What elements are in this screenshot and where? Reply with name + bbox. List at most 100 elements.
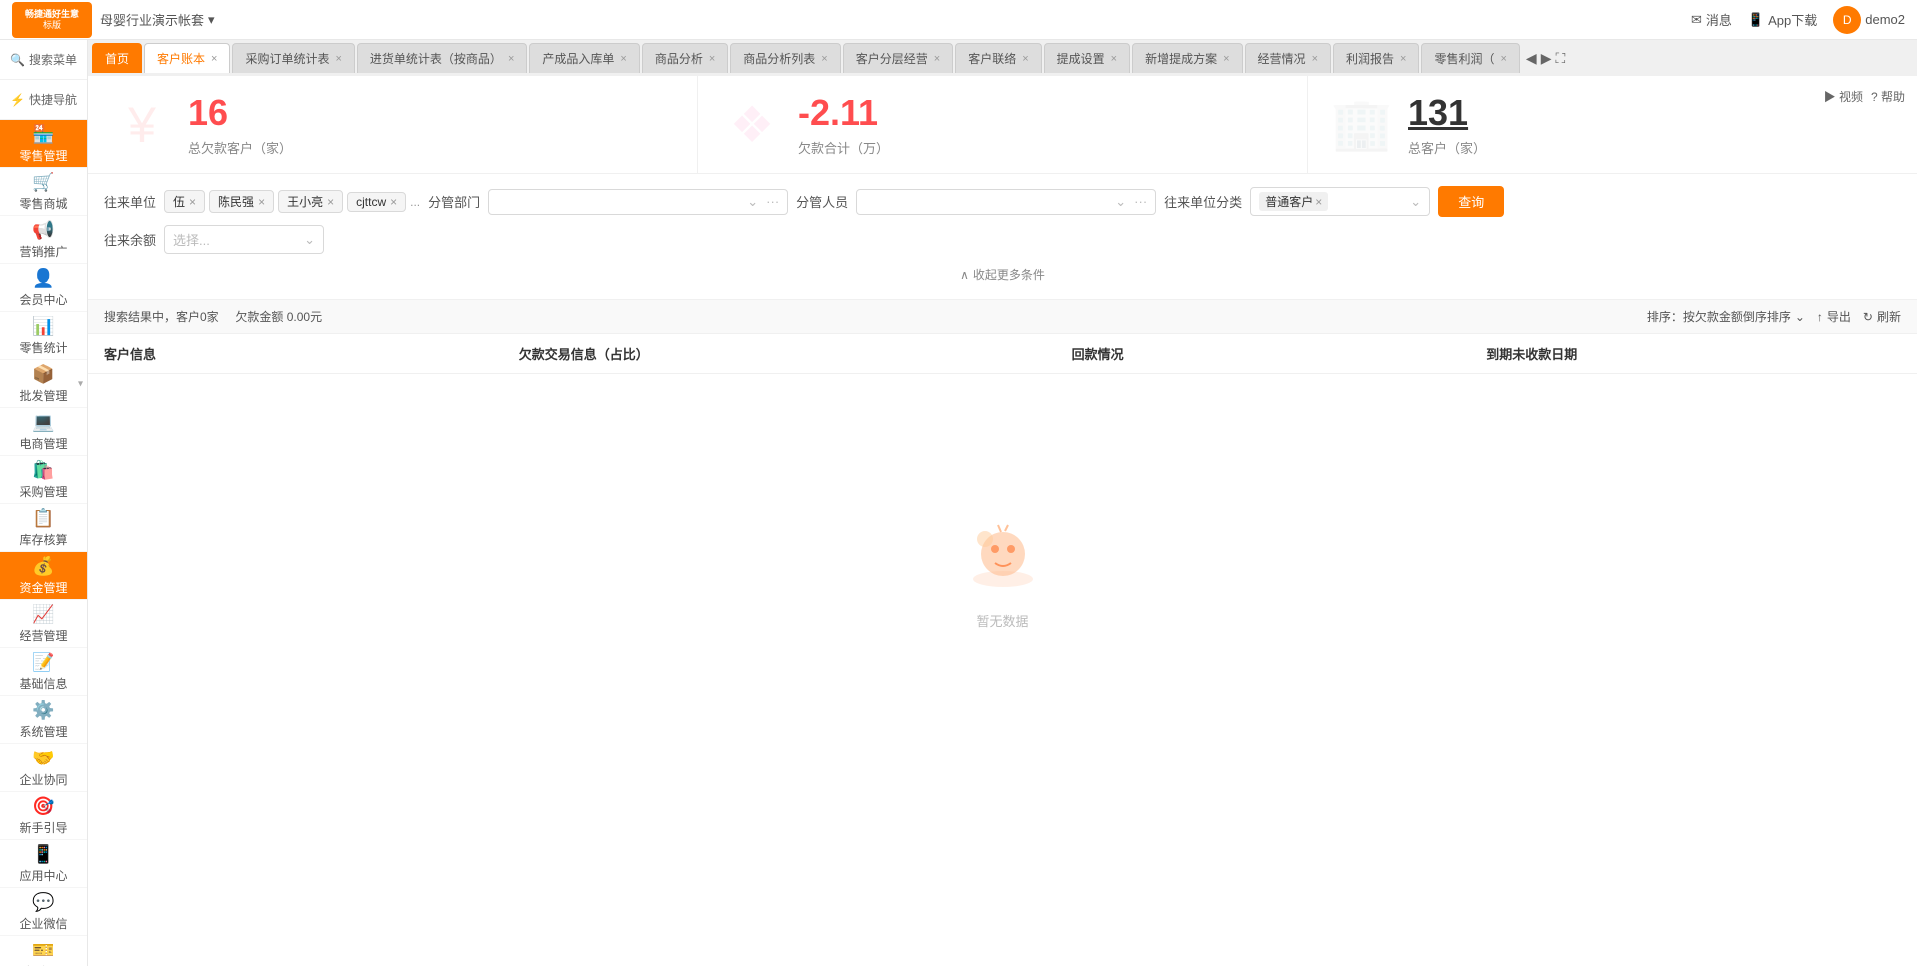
tab-new-promo[interactable]: 新增提成方案 ×	[1132, 43, 1242, 73]
tab-retail-profit[interactable]: 零售利润（ ×	[1421, 43, 1519, 73]
sidebar-item-system[interactable]: ⚙️ 系统管理	[0, 696, 87, 744]
refresh-btn[interactable]: ↻ 刷新	[1863, 308, 1901, 325]
video-icon: ▶	[1824, 90, 1836, 104]
col-due-date: 到期未收款日期	[1486, 344, 1901, 363]
help-btn[interactable]: ? 帮助	[1871, 88, 1905, 105]
remove-unit-tag-cjttcw[interactable]: ×	[390, 195, 397, 209]
person-select[interactable]: ⌄ ···	[856, 189, 1156, 215]
tab-scroll-right[interactable]: ▶	[1541, 50, 1552, 67]
filter-row-1: 往来单位 伍 × 陈民强 × 王小亮 × cjttcw × ...	[104, 186, 1901, 217]
wholesale-icon: 📦	[32, 364, 54, 385]
tab-close-inbound-stat[interactable]: ×	[508, 53, 514, 65]
message-icon: ✉	[1691, 12, 1702, 28]
collapse-button[interactable]: ∧ 收起更多条件	[956, 262, 1049, 287]
tab-product-analysis[interactable]: 商品分析 ×	[642, 43, 728, 73]
tab-close-promo-settings[interactable]: ×	[1111, 53, 1117, 65]
sidebar-item-operations[interactable]: 📈 经营管理	[0, 600, 87, 648]
result-bar: 搜索结果中，客户0家 欠款金额 0.00元 排序：按欠款金额倒序排序 ⌄ ↑ 导…	[88, 300, 1917, 334]
member-card-icon: 🎫	[32, 940, 54, 961]
sidebar-item-wholesale[interactable]: 📦 批发管理 ▾	[0, 360, 87, 408]
tab-purchase-order[interactable]: 采购订单统计表 ×	[232, 43, 354, 73]
store-selector[interactable]: 母婴行业演示帐套 ▾	[100, 10, 215, 29]
tab-expand[interactable]: ⛶	[1555, 50, 1565, 67]
sidebar-item-retail[interactable]: 🏪 零售管理	[0, 120, 87, 168]
query-button[interactable]: 查询	[1438, 186, 1504, 217]
tab-close-retail-profit[interactable]: ×	[1500, 53, 1506, 65]
sidebar-search[interactable]: 🔍 搜索菜单	[0, 40, 87, 80]
sidebar-item-basic[interactable]: 📝 基础信息	[0, 648, 87, 696]
sidebar-quick-nav[interactable]: ⚡ 快捷导航	[0, 80, 87, 120]
sort-select[interactable]: 排序：按欠款金额倒序排序 ⌄	[1647, 308, 1805, 325]
message-btn[interactable]: ✉ 消息	[1691, 10, 1732, 29]
enterprise-icon: 🤝	[32, 748, 54, 769]
tab-profit-report[interactable]: 利润报告 ×	[1333, 43, 1419, 73]
tab-promo-settings[interactable]: 提成设置 ×	[1044, 43, 1130, 73]
empty-label: 暂无数据	[976, 611, 1028, 630]
unit-class-label: 往来单位分类	[1164, 192, 1242, 211]
stats-row: ¥ 16 总欠款客户（家） ❖ -2.11 欠款合计（万） 🏢 131 总客户（…	[88, 76, 1917, 174]
chevron-down-icon: ▾	[208, 12, 215, 28]
dept-select[interactable]: ⌄ ···	[488, 189, 788, 215]
tab-close-customer-book[interactable]: ×	[211, 53, 217, 65]
tab-customer-book[interactable]: 客户账本 ×	[144, 43, 230, 73]
export-btn[interactable]: ↑ 导出	[1817, 308, 1851, 325]
tab-close-business-status[interactable]: ×	[1312, 53, 1318, 65]
empty-illustration	[963, 519, 1043, 599]
tab-close-customer-layered[interactable]: ×	[934, 53, 940, 65]
remove-unit-tag-chen[interactable]: ×	[258, 195, 265, 209]
sidebar-item-enterprise[interactable]: 🤝 企业协同	[0, 744, 87, 792]
search-icon: 🔍	[10, 53, 25, 67]
tab-inbound-stat[interactable]: 进货单统计表（按商品） ×	[357, 43, 527, 73]
unit-tags: 伍 × 陈民强 × 王小亮 × cjttcw × ...	[164, 190, 420, 213]
tab-close-product-analysis[interactable]: ×	[709, 53, 715, 65]
balance-select[interactable]: 选择... ⌄	[164, 225, 324, 254]
tab-close-product-analysis-list[interactable]: ×	[821, 53, 827, 65]
sidebar-item-member-card[interactable]: 🎫 畅会员	[0, 936, 87, 966]
tab-customer-layered[interactable]: 客户分层经营 ×	[843, 43, 953, 73]
stat-card-all-customers: 🏢 131 总客户（家） ▶ 视频 ? 帮助	[1308, 76, 1917, 173]
app-download-btn[interactable]: 📱 App下载	[1748, 10, 1817, 29]
unit-tag-wu: 伍 ×	[164, 190, 205, 213]
sidebar-item-ecommerce[interactable]: 💻 电商管理	[0, 408, 87, 456]
tab-close-profit-report[interactable]: ×	[1400, 53, 1406, 65]
sidebar-item-purchase[interactable]: 🛍️ 采购管理	[0, 456, 87, 504]
col-debt-info: 欠款交易信息（占比）	[519, 344, 1072, 363]
member-icon: 👤	[32, 268, 54, 289]
tab-close-purchase-order[interactable]: ×	[335, 53, 341, 65]
unit-tag-wang: 王小亮 ×	[278, 190, 343, 213]
col-customer-info: 客户信息	[104, 344, 519, 363]
video-help-btn[interactable]: ▶ 视频	[1824, 88, 1863, 105]
sidebar-item-retail-mall[interactable]: 🛒 零售商城	[0, 168, 87, 216]
stat-label-all-customers: 总客户（家）	[1408, 138, 1486, 157]
tab-close-production-inbound[interactable]: ×	[620, 53, 626, 65]
beginner-icon: 🎯	[32, 796, 54, 817]
tab-customer-connect[interactable]: 客户联络 ×	[955, 43, 1041, 73]
tab-production-inbound[interactable]: 产成品入库单 ×	[529, 43, 639, 73]
sidebar-item-beginner[interactable]: 🎯 新手引导	[0, 792, 87, 840]
tab-close-customer-connect[interactable]: ×	[1022, 53, 1028, 65]
remove-unit-tag-wu[interactable]: ×	[189, 195, 196, 209]
collapse-row: ∧ 收起更多条件	[104, 262, 1901, 287]
filter-area: 往来单位 伍 × 陈民强 × 王小亮 × cjttcw × ...	[88, 174, 1917, 300]
sidebar-item-inventory[interactable]: 📋 库存核算	[0, 504, 87, 552]
sidebar-item-enterprise-wechat[interactable]: 💬 企业微信	[0, 888, 87, 936]
sidebar-item-retail-stat[interactable]: 📊 零售统计	[0, 312, 87, 360]
tab-scroll-left[interactable]: ◀	[1526, 50, 1537, 67]
user-menu[interactable]: D demo2	[1833, 6, 1905, 34]
sidebar-item-app-center[interactable]: 📱 应用中心	[0, 840, 87, 888]
unit-tags-more[interactable]: ...	[410, 195, 420, 209]
tab-home[interactable]: 首页	[92, 43, 142, 73]
stat-card-total-customers: ¥ 16 总欠款客户（家）	[88, 76, 698, 173]
result-bar-right: 排序：按欠款金额倒序排序 ⌄ ↑ 导出 ↻ 刷新	[1647, 308, 1901, 325]
sidebar-item-member[interactable]: 👤 会员中心	[0, 264, 87, 312]
app-center-icon: 📱	[32, 844, 54, 865]
tab-product-analysis-list[interactable]: 商品分析列表 ×	[730, 43, 840, 73]
topbar-left: 畅捷通好生意 标版 母婴行业演示帐套 ▾	[12, 2, 215, 38]
remove-unit-tag-wang[interactable]: ×	[327, 195, 334, 209]
sidebar-item-finance[interactable]: 💰 资金管理	[0, 552, 87, 600]
tab-business-status[interactable]: 经营情况 ×	[1245, 43, 1331, 73]
sidebar-item-marketing[interactable]: 📢 营销推广	[0, 216, 87, 264]
unit-class-select[interactable]: 普通客户 × ⌄	[1250, 187, 1430, 216]
tab-close-new-promo[interactable]: ×	[1223, 53, 1229, 65]
remove-unit-class-tag[interactable]: ×	[1315, 195, 1322, 209]
